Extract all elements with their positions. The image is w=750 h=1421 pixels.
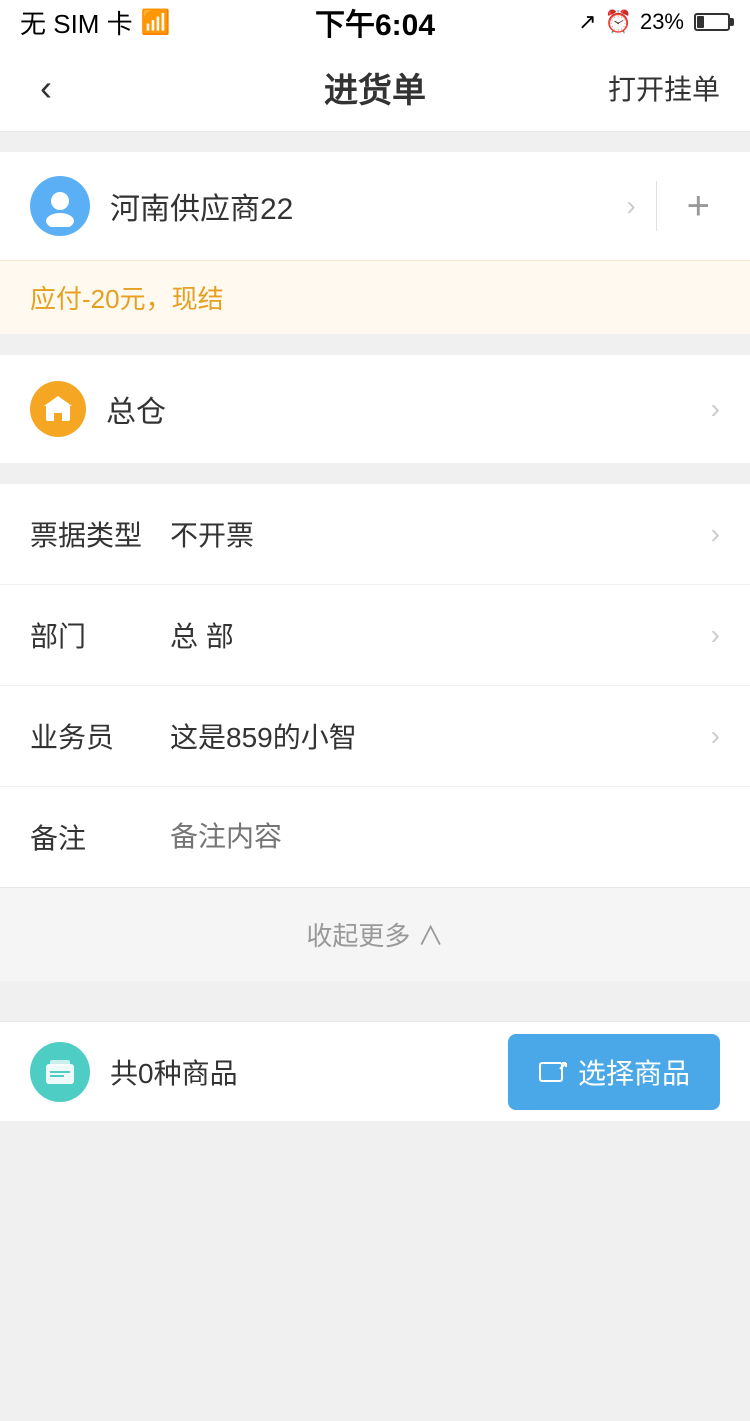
- supplier-section: 河南供应商22 › + 应付-20元，现结: [0, 152, 750, 334]
- supplier-row[interactable]: 河南供应商22 › +: [0, 152, 750, 260]
- status-right: ↗ ⏰ 23%: [578, 9, 730, 35]
- remark-label: 备注: [30, 817, 170, 857]
- bottom-bar: 共0种商品 选择商品: [0, 1021, 750, 1121]
- salesperson-value: 这是859的小智: [170, 716, 711, 756]
- section-gap-1: [0, 132, 750, 152]
- remark-input[interactable]: [170, 821, 720, 853]
- collapse-text: 收起更多 ∧: [306, 916, 443, 953]
- remark-row[interactable]: 备注: [0, 786, 750, 887]
- supplier-avatar: [30, 176, 90, 236]
- product-icon: [30, 1042, 90, 1102]
- status-left: 无 SIM 卡 📶: [20, 4, 171, 41]
- back-button[interactable]: ‹: [30, 57, 62, 119]
- carrier-text: 无 SIM 卡: [20, 4, 133, 41]
- select-product-button[interactable]: 选择商品: [508, 1034, 720, 1110]
- select-product-label: 选择商品: [578, 1052, 690, 1092]
- department-chevron-icon: ›: [711, 619, 720, 651]
- wifi-icon: 📶: [141, 8, 171, 37]
- department-label: 部门: [30, 615, 170, 655]
- notice-row: 应付-20元，现结: [0, 260, 750, 334]
- salesperson-row[interactable]: 业务员 这是859的小智 ›: [0, 685, 750, 786]
- add-supplier-button[interactable]: +: [677, 184, 720, 229]
- department-row[interactable]: 部门 总 部 ›: [0, 584, 750, 685]
- ticket-type-row[interactable]: 票据类型 不开票 ›: [0, 483, 750, 584]
- section-gap-2: [0, 334, 750, 354]
- open-pending-button[interactable]: 打开挂单: [608, 68, 720, 108]
- product-count-text: 共0种商品: [110, 1052, 508, 1092]
- ticket-type-value: 不开票: [170, 514, 711, 554]
- empty-area: [0, 1121, 750, 1421]
- department-value: 总 部: [170, 615, 711, 655]
- divider: [656, 181, 657, 231]
- section-gap-3: [0, 463, 750, 483]
- time-display: 下午6:04: [315, 0, 435, 44]
- form-section: 票据类型 不开票 › 部门 总 部 › 业务员 这是859的小智 › 备注: [0, 483, 750, 887]
- alarm-icon: ⏰: [605, 9, 632, 35]
- section-gap-4: [0, 981, 750, 1001]
- location-icon: ↗: [578, 9, 596, 35]
- battery-icon: [694, 13, 730, 31]
- warehouse-icon: [30, 381, 86, 437]
- status-bar: 无 SIM 卡 📶 下午6:04 ↗ ⏰ 23%: [0, 0, 750, 44]
- ticket-type-label: 票据类型: [30, 514, 170, 554]
- salesperson-chevron-icon: ›: [711, 720, 720, 752]
- notice-text: 应付-20元，现结: [30, 284, 224, 314]
- collapse-row[interactable]: 收起更多 ∧: [0, 887, 750, 981]
- supplier-name: 河南供应商22: [110, 184, 626, 228]
- page-title: 进货单: [324, 63, 426, 112]
- warehouse-chevron-icon: ›: [711, 393, 720, 425]
- nav-bar: ‹ 进货单 打开挂单: [0, 44, 750, 132]
- warehouse-label: 总仓: [106, 387, 711, 431]
- battery-percent: 23%: [640, 9, 684, 35]
- warehouse-row[interactable]: 总仓 ›: [0, 354, 750, 463]
- ticket-type-chevron-icon: ›: [711, 518, 720, 550]
- supplier-chevron-icon: ›: [626, 190, 635, 222]
- salesperson-label: 业务员: [30, 716, 170, 756]
